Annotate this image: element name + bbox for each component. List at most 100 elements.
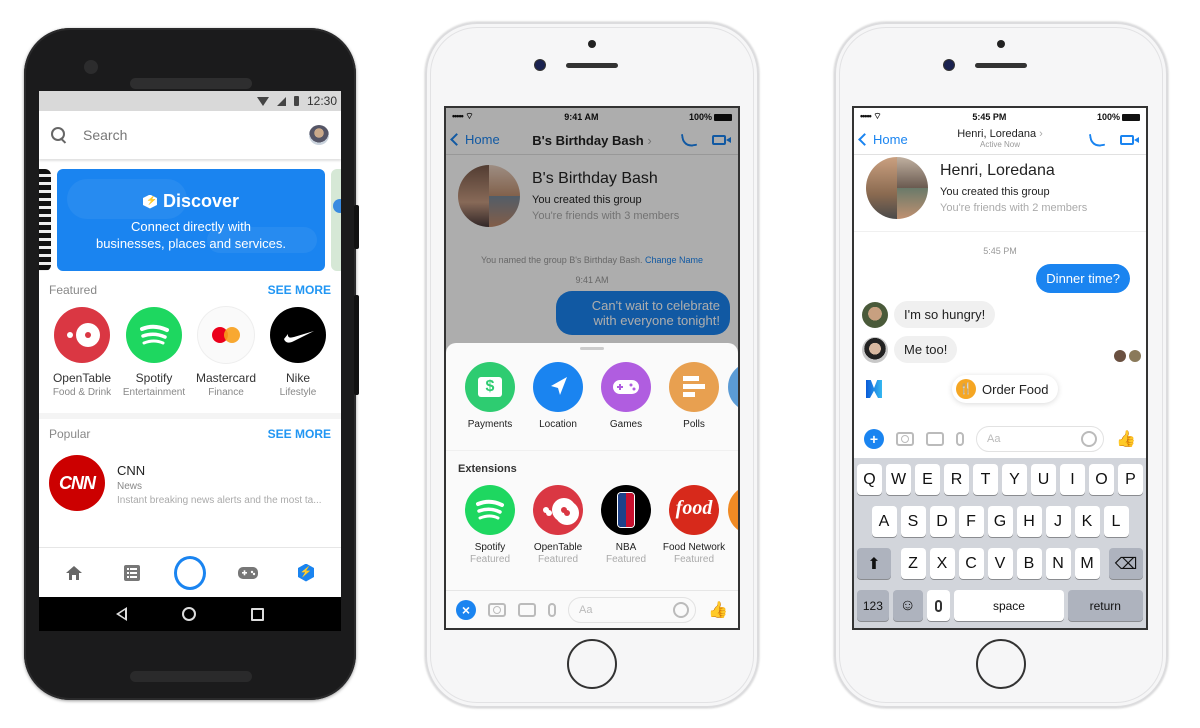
- key-u[interactable]: U: [1031, 464, 1056, 495]
- key-n[interactable]: N: [1045, 548, 1071, 579]
- chevron-left-icon: [450, 133, 463, 146]
- home-circle-icon[interactable]: [181, 607, 196, 621]
- message-input[interactable]: Aa: [568, 596, 697, 623]
- featured-see-more-link[interactable]: SEE MORE: [268, 283, 331, 297]
- key-g[interactable]: G: [987, 506, 1013, 537]
- featured-item-spotify[interactable]: Spotify Entertainment: [119, 307, 189, 413]
- change-name-link[interactable]: Change Name: [645, 255, 703, 265]
- tab-home[interactable]: [58, 557, 90, 589]
- popular-see-more-link[interactable]: SEE MORE: [268, 427, 331, 441]
- close-extensions-button[interactable]: ×: [456, 599, 476, 620]
- key-j[interactable]: J: [1045, 506, 1071, 537]
- key-d[interactable]: D: [929, 506, 955, 537]
- key-q[interactable]: Q: [857, 464, 882, 495]
- camera-icon[interactable]: [896, 432, 914, 446]
- action-location[interactable]: Location: [524, 362, 592, 450]
- microphone-icon: [934, 599, 942, 612]
- key-o[interactable]: O: [1089, 464, 1114, 495]
- video-call-icon[interactable]: [1120, 135, 1139, 145]
- key-c[interactable]: C: [958, 548, 984, 579]
- microphone-icon[interactable]: [548, 602, 556, 617]
- key-dictation[interactable]: [926, 590, 951, 621]
- add-button[interactable]: +: [864, 429, 884, 449]
- featured-item-nike[interactable]: Nike Lifestyle: [263, 307, 333, 413]
- popular-item-cnn[interactable]: CNN CNN News Instant breaking news alert…: [39, 449, 341, 517]
- key-e[interactable]: E: [915, 464, 940, 495]
- featured-item-mastercard[interactable]: Mastercard Finance: [191, 307, 261, 413]
- message-bubble-incoming[interactable]: I'm so hungry!: [894, 301, 996, 328]
- extension-spotify[interactable]: Spotify Featured: [456, 485, 524, 585]
- group-avatar[interactable]: [458, 165, 520, 227]
- gallery-icon[interactable]: [518, 602, 536, 617]
- key-a[interactable]: A: [871, 506, 897, 537]
- phone-call-icon[interactable]: [680, 131, 698, 149]
- key-space[interactable]: space: [954, 590, 1064, 621]
- message-bubble-incoming[interactable]: Me too!: [894, 336, 958, 363]
- home-button[interactable]: [567, 639, 617, 689]
- home-button[interactable]: [976, 639, 1026, 689]
- back-button[interactable]: Home: [450, 132, 500, 147]
- search-input[interactable]: Search: [83, 127, 309, 143]
- message-bubble-outgoing[interactable]: Can't wait to celebrate with everyone to…: [556, 291, 730, 335]
- carousel-card-next[interactable]: [331, 169, 341, 271]
- key-l[interactable]: L: [1103, 506, 1129, 537]
- key-numbers[interactable]: 123: [857, 590, 889, 621]
- key-z[interactable]: Z: [900, 548, 926, 579]
- key-emoji[interactable]: ☺: [892, 590, 923, 621]
- camera-icon[interactable]: [488, 602, 506, 617]
- tab-games[interactable]: [232, 557, 264, 589]
- message-row-loredana: Me too!: [854, 336, 1146, 363]
- carousel-card-prev[interactable]: [39, 169, 51, 271]
- tab-list[interactable]: [116, 557, 148, 589]
- emoji-icon[interactable]: [673, 601, 690, 618]
- like-icon[interactable]: 👍: [708, 600, 728, 620]
- tab-discover[interactable]: ⚡: [290, 557, 322, 589]
- action-games[interactable]: Games: [592, 362, 660, 450]
- key-r[interactable]: R: [944, 464, 969, 495]
- key-return[interactable]: return: [1067, 590, 1143, 621]
- message-input[interactable]: Aa: [976, 426, 1105, 452]
- key-shift[interactable]: ⬆: [857, 548, 891, 579]
- extension-more-partial[interactable]: [728, 485, 738, 585]
- key-t[interactable]: T: [973, 464, 998, 495]
- back-icon[interactable]: [116, 607, 128, 621]
- key-v[interactable]: V: [987, 548, 1013, 579]
- key-f[interactable]: F: [958, 506, 984, 537]
- key-h[interactable]: H: [1016, 506, 1042, 537]
- gallery-icon[interactable]: [926, 432, 944, 446]
- video-call-icon[interactable]: [712, 135, 731, 145]
- profile-avatar[interactable]: [309, 125, 329, 145]
- extension-opentable[interactable]: OpenTable Featured: [524, 485, 592, 585]
- extension-food-network[interactable]: food Food Network Featured: [660, 485, 728, 585]
- key-delete[interactable]: ⌫: [1109, 548, 1143, 579]
- key-y[interactable]: Y: [1002, 464, 1027, 495]
- tab-camera[interactable]: [174, 555, 206, 590]
- games-icon: [238, 566, 258, 579]
- sender-avatar[interactable]: [862, 301, 888, 328]
- key-x[interactable]: X: [929, 548, 955, 579]
- emoji-icon[interactable]: [1081, 431, 1098, 447]
- action-payments[interactable]: $ Payments: [456, 362, 524, 450]
- key-w[interactable]: W: [886, 464, 911, 495]
- group-avatar[interactable]: [866, 157, 928, 219]
- key-i[interactable]: I: [1060, 464, 1085, 495]
- extension-nba[interactable]: NBA Featured: [592, 485, 660, 585]
- like-icon[interactable]: 👍: [1116, 429, 1136, 449]
- action-more-partial[interactable]: [728, 362, 738, 450]
- key-k[interactable]: K: [1074, 506, 1100, 537]
- recents-icon[interactable]: [250, 607, 264, 621]
- action-polls[interactable]: Polls: [660, 362, 728, 450]
- key-b[interactable]: B: [1016, 548, 1042, 579]
- key-p[interactable]: P: [1118, 464, 1143, 495]
- message-bubble-outgoing[interactable]: Dinner time?: [1036, 264, 1130, 293]
- microphone-icon[interactable]: [956, 432, 964, 446]
- back-button[interactable]: Home: [858, 132, 908, 147]
- order-food-suggestion[interactable]: 🍴 Order Food: [952, 375, 1059, 403]
- phone-call-icon[interactable]: [1088, 131, 1106, 149]
- discover-card[interactable]: Discover Connect directly with businesse…: [57, 169, 325, 271]
- sender-avatar[interactable]: [862, 336, 888, 363]
- search-bar[interactable]: Search: [39, 111, 341, 159]
- featured-item-opentable[interactable]: OpenTable Food & Drink: [47, 307, 117, 413]
- key-s[interactable]: S: [900, 506, 926, 537]
- key-m[interactable]: M: [1074, 548, 1100, 579]
